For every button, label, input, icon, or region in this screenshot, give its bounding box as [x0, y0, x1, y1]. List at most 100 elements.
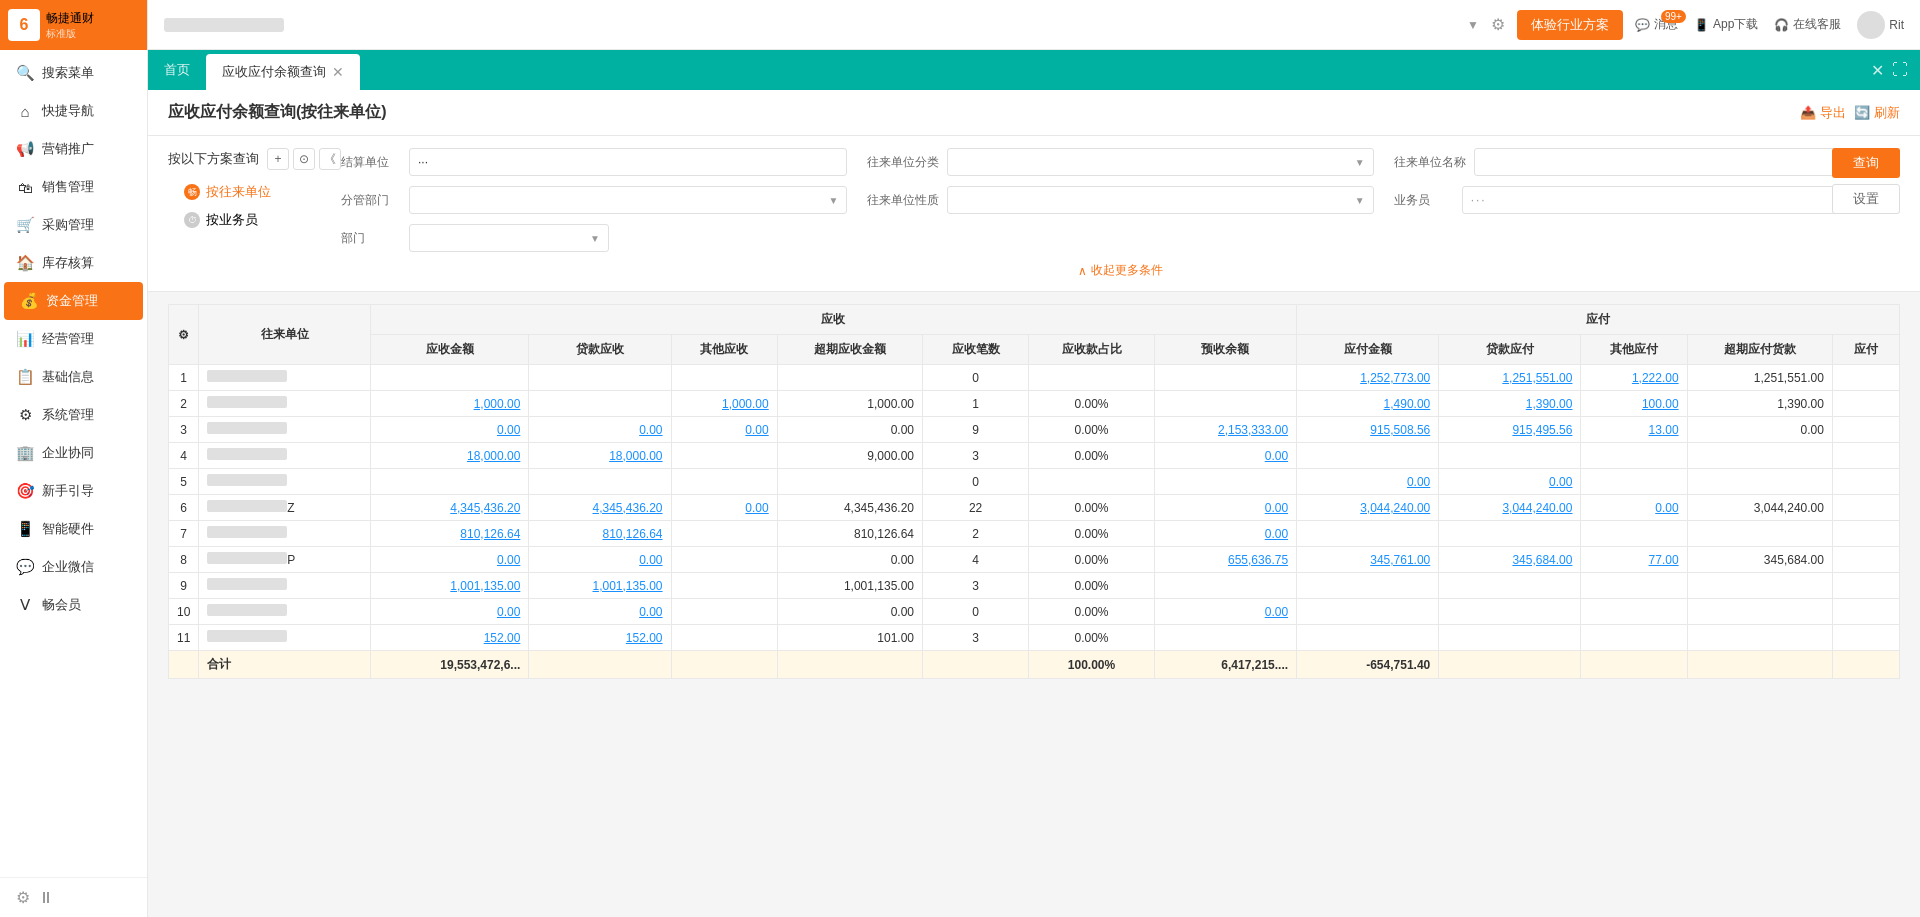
loan-recv-cell	[529, 365, 671, 391]
export-icon: 📤	[1800, 105, 1816, 120]
row-num: 2	[169, 391, 199, 417]
other-pay-cell: 0.00	[1581, 495, 1687, 521]
scheme-by-salesperson[interactable]: ⏱ 按业务员	[176, 208, 341, 232]
overdue-pay-cell	[1687, 443, 1832, 469]
partner-nature-arrow-icon: ▼	[1355, 195, 1365, 206]
topbar-msg[interactable]: 💬 消息 99+	[1635, 16, 1678, 33]
footer-recv-ratio: 100.00%	[1029, 651, 1155, 679]
topbar-gear-icon[interactable]: ⚙	[1491, 15, 1505, 34]
sidebar-item-system[interactable]: ⚙ 系统管理	[0, 396, 147, 434]
sidebar-item-inventory[interactable]: 🏠 库存核算	[0, 244, 147, 282]
sidebar-item-search[interactable]: 🔍 搜索菜单	[0, 54, 147, 92]
th-payable-group: 应付	[1297, 305, 1900, 335]
pay-suffix-cell	[1832, 391, 1899, 417]
other-pay-cell: 77.00	[1581, 547, 1687, 573]
sidebar-item-basic[interactable]: 📋 基础信息	[0, 358, 147, 396]
system-icon: ⚙	[16, 406, 34, 424]
solution-button[interactable]: 体验行业方案	[1517, 10, 1623, 40]
recv-count-cell: 2	[923, 521, 1029, 547]
pay-suffix-cell	[1832, 547, 1899, 573]
th-prepay-bal: 预收余额	[1154, 335, 1296, 365]
overdue-pay-cell	[1687, 521, 1832, 547]
sidebar-item-operation[interactable]: 📊 经营管理	[0, 320, 147, 358]
settings-footer-btn[interactable]: ⚙	[16, 888, 30, 907]
refresh-button[interactable]: 🔄 刷新	[1854, 104, 1900, 122]
edit-scheme-btn[interactable]: ⊙	[293, 148, 315, 170]
table-footer-row: 合计 19,553,472,6... 100.00% 6,417,215....…	[169, 651, 1900, 679]
prepay-bal-cell	[1154, 469, 1296, 495]
finance-icon: 💰	[20, 292, 38, 310]
salesperson-label: 业务员	[1394, 192, 1454, 209]
sidebar-item-quicknav[interactable]: ⌂ 快捷导航	[0, 92, 147, 130]
settings-button[interactable]: 设置	[1832, 184, 1900, 214]
partner-cell	[199, 625, 370, 651]
overdue-recv-cell: 101.00	[777, 625, 922, 651]
recv-ratio-cell: 0.00%	[1029, 547, 1155, 573]
sidebar-item-guide[interactable]: 🎯 新手引导	[0, 472, 147, 510]
table-settings-icon[interactable]: ⚙	[178, 328, 189, 342]
home-icon: ⌂	[16, 103, 34, 120]
filter-collapse-btn[interactable]: ∧ 收起更多条件	[341, 262, 1900, 279]
tab-maximize-icon[interactable]: ⛶	[1892, 61, 1908, 79]
other-pay-cell	[1581, 469, 1687, 495]
footer-prepay-bal: 6,417,215....	[1154, 651, 1296, 679]
sidebar-item-label: 新手引导	[42, 482, 94, 500]
sidebar-item-hardware[interactable]: 📱 智能硬件	[0, 510, 147, 548]
topbar-service[interactable]: 🎧 在线客服	[1774, 16, 1841, 33]
other-recv-cell	[671, 625, 777, 651]
user-avatar	[1857, 11, 1885, 39]
tab-receivable-query[interactable]: 应收应付余额查询 ✕	[206, 54, 360, 90]
partner-category-arrow-icon: ▼	[1355, 157, 1365, 168]
sidebar-item-label: 搜索菜单	[42, 64, 94, 82]
partner-category-input[interactable]: ▼	[947, 148, 1373, 176]
add-scheme-btn[interactable]: +	[267, 148, 289, 170]
pay-amt-cell: 1,490.00	[1297, 391, 1439, 417]
branch-dept-input[interactable]: ▼	[409, 186, 847, 214]
loan-recv-cell: 0.00	[529, 417, 671, 443]
query-button[interactable]: 查询	[1832, 148, 1900, 178]
filter-row-2: 分管部门 ▼ 往来单位性质 ▼	[341, 186, 1900, 214]
partner-category-label: 往来单位分类	[867, 154, 939, 171]
overdue-pay-cell	[1687, 625, 1832, 651]
partner-cell	[199, 391, 370, 417]
prepay-bal-cell: 655,636.75	[1154, 547, 1296, 573]
filter-header-btns: + ⊙ 《	[267, 148, 341, 170]
footer-settings-cell	[169, 651, 199, 679]
recv-count-cell: 3	[923, 573, 1029, 599]
topbar-app[interactable]: 📱 App下载	[1694, 16, 1758, 33]
tab-close-icon[interactable]: ✕	[332, 64, 344, 80]
topbar-user[interactable]: Rit	[1857, 11, 1904, 39]
tab-home-label: 首页	[164, 61, 190, 79]
sidebar-item-finance[interactable]: 💰 资金管理	[4, 282, 143, 320]
loan-recv-cell: 18,000.00	[529, 443, 671, 469]
tab-home[interactable]: 首页	[148, 50, 206, 90]
other-recv-cell: 0.00	[671, 417, 777, 443]
topbar-dropdown-icon[interactable]: ▼	[1467, 18, 1479, 32]
row-num: 1	[169, 365, 199, 391]
pay-amt-cell: 1,252,773.00	[1297, 365, 1439, 391]
sidebar-item-member[interactable]: Ⅴ 畅会员	[0, 586, 147, 624]
sidebar-item-marketing[interactable]: 📢 营销推广	[0, 130, 147, 168]
sidebar-item-sales[interactable]: 🛍 销售管理	[0, 168, 147, 206]
sidebar-item-weixin[interactable]: 💬 企业微信	[0, 548, 147, 586]
tab-close-window-icon[interactable]: ✕	[1871, 61, 1884, 80]
partner-nature-input[interactable]: ▼	[947, 186, 1373, 214]
sidebar-item-enterprise[interactable]: 🏢 企业协同	[0, 434, 147, 472]
more-scheme-btn[interactable]: 《	[319, 148, 341, 170]
service-label: 在线客服	[1793, 16, 1841, 33]
export-button[interactable]: 📤 导出	[1800, 104, 1846, 122]
department-input[interactable]: ▼	[409, 224, 609, 252]
scheme-by-partner[interactable]: 畅 按往来单位	[176, 180, 341, 204]
sidebar-item-purchase[interactable]: 🛒 采购管理	[0, 206, 147, 244]
th-pay-suffix: 应付	[1832, 335, 1899, 365]
department-label: 部门	[341, 230, 401, 247]
inventory-icon: 🏠	[16, 254, 34, 272]
footer-pay-suffix	[1832, 651, 1899, 679]
weixin-icon: 💬	[16, 558, 34, 576]
loan-pay-cell: 345,684.00	[1439, 547, 1581, 573]
settlement-unit-input[interactable]: ···	[409, 148, 847, 176]
footer-loan-pay	[1439, 651, 1581, 679]
footer-pay-amt: -654,751.40	[1297, 651, 1439, 679]
collapse-sidebar-btn[interactable]: ⏸	[38, 889, 54, 907]
overdue-pay-cell	[1687, 469, 1832, 495]
